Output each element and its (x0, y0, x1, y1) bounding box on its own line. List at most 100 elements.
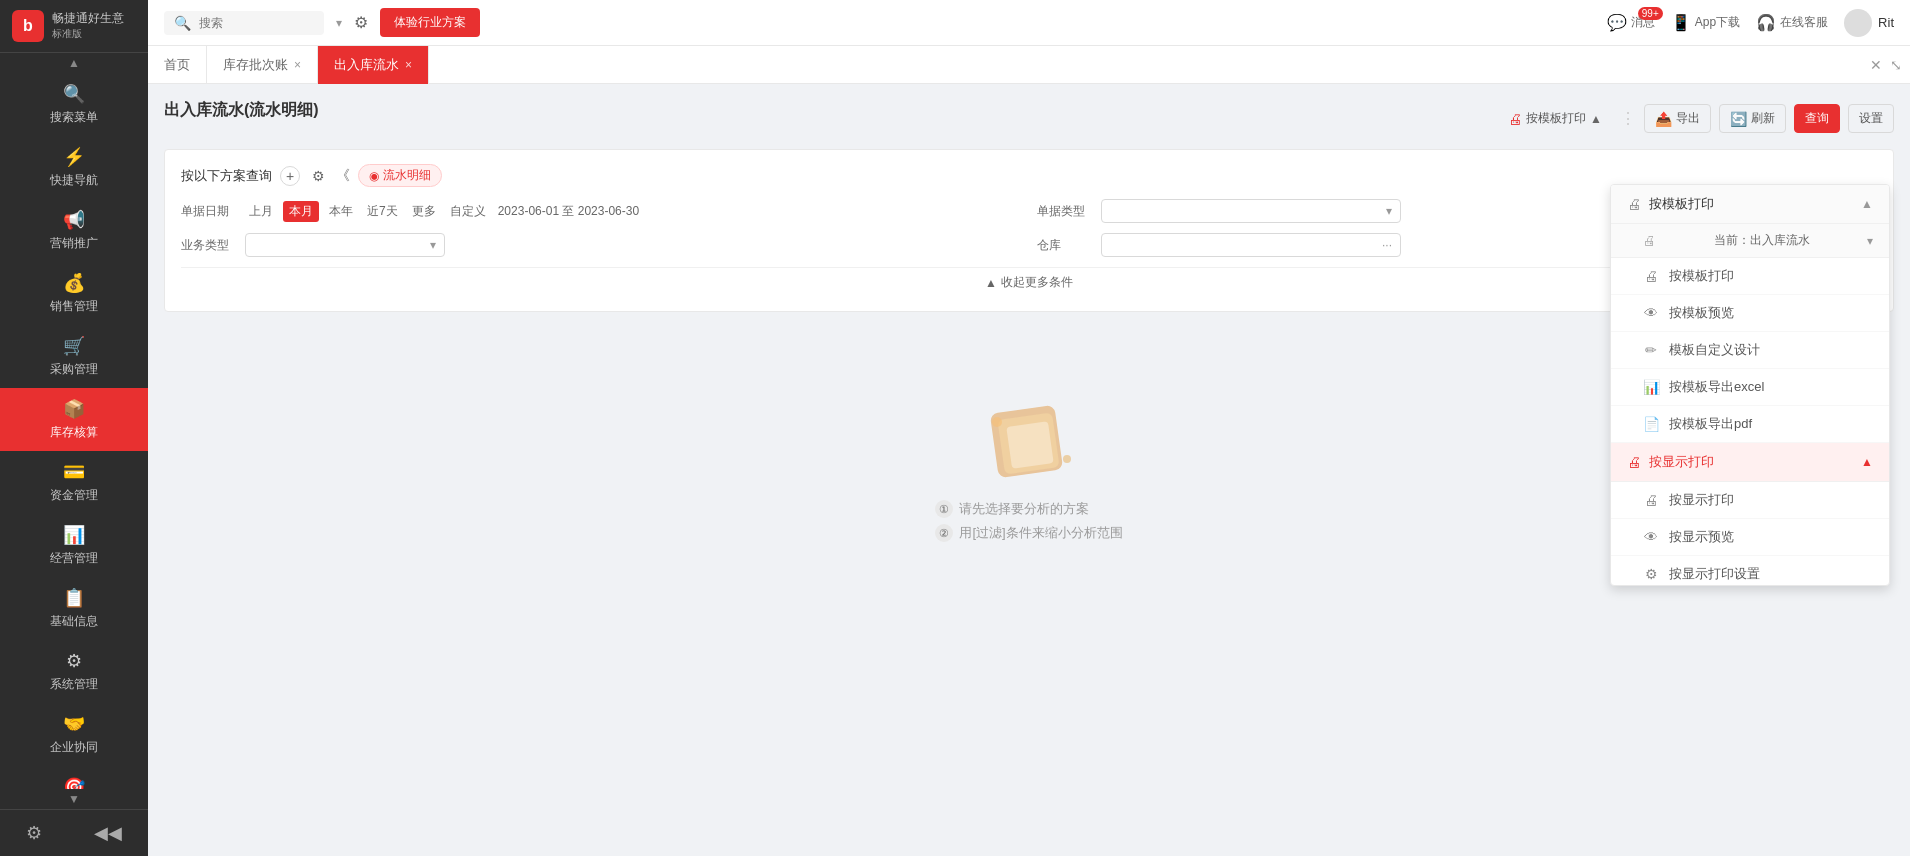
dropdown-template-header[interactable]: 🖨 按模板打印 ▲ (1611, 185, 1889, 224)
settings-icon[interactable]: ⚙ (26, 822, 42, 844)
sidebar-item-inventory[interactable]: 📦 库存核算 (0, 388, 148, 451)
header-msg[interactable]: 💬 消息 99+ (1607, 13, 1655, 32)
tab-in-out-flow-label: 出入库流水 (334, 56, 399, 74)
sidebar-item-basic-label: 基础信息 (50, 613, 98, 630)
template-print-item-label: 按模板打印 (1669, 267, 1734, 285)
date-shortcut-more[interactable]: 更多 (408, 201, 440, 222)
dropdown-item-display-settings[interactable]: ⚙ 按显示打印设置 (1611, 556, 1889, 585)
export-label: 导出 (1676, 110, 1700, 127)
sidebar-item-sales-label: 销售管理 (50, 298, 98, 315)
template-preview-icon: 👁 (1643, 305, 1659, 321)
settings-btn[interactable]: 设置 (1848, 104, 1894, 133)
date-shortcut-7days[interactable]: 近7天 (363, 201, 402, 222)
collapse-sidebar-icon[interactable]: ◀◀ (94, 822, 122, 844)
dropdown-item-display-print[interactable]: 🖨 按显示打印 (1611, 482, 1889, 519)
print-template-label: 按模板打印 (1526, 110, 1586, 127)
dropdown-scroll: 🖨 按模板打印 ▲ 🖨 当前：出入库流水 ▾ 🖨 按模板打印 (1611, 185, 1889, 585)
sidebar-item-finance[interactable]: 💳 资金管理 (0, 451, 148, 514)
sidebar-item-purchase[interactable]: 🛒 采购管理 (0, 325, 148, 388)
template-custom-icon: ✏ (1643, 342, 1659, 358)
sidebar-item-basic[interactable]: 📋 基础信息 (0, 577, 148, 640)
display-print-icon: 🖨 (1627, 454, 1641, 470)
toolbar: 🖨 按模板打印 ▲ ⋮ 📤 导出 🔄 刷新 查询 设置 (1498, 104, 1894, 133)
sidebar-scroll-up[interactable]: ▲ (0, 53, 148, 73)
sidebar-nav: 🔍 搜索菜单 ⚡ 快捷导航 📢 营销推广 💰 销售管理 🛒 采购管理 📦 (0, 73, 148, 789)
current-text: 当前：出入库流水 (1714, 232, 1810, 249)
sidebar-item-purchase-label: 采购管理 (50, 361, 98, 378)
sidebar-bottom: ⚙ ◀◀ (0, 809, 148, 856)
export-icon: 📤 (1655, 111, 1672, 127)
header-search-chevron[interactable]: ▾ (336, 16, 342, 30)
filter-setting-btn[interactable]: ⚙ (308, 166, 328, 186)
tab-batch-account-close[interactable]: × (294, 58, 301, 72)
sidebar-item-guide[interactable]: 🎯 新手引导 (0, 766, 148, 789)
dropdown-item-template-pdf[interactable]: 📄 按模板导出pdf (1611, 406, 1889, 443)
msg-icon: 💬 (1607, 13, 1627, 32)
header-gear-icon[interactable]: ⚙ (354, 13, 368, 32)
filter-tag[interactable]: ◉ 流水明细 (358, 164, 442, 187)
print-dropdown: 🖨 按模板打印 ▲ 🖨 当前：出入库流水 ▾ 🖨 按模板打印 (1610, 184, 1890, 586)
sidebar-item-search[interactable]: 🔍 搜索菜单 (0, 73, 148, 136)
template-custom-label: 模板自定义设计 (1669, 341, 1760, 359)
sidebar-scroll-down[interactable]: ▼ (0, 789, 148, 809)
print-chevron-up: ▲ (1590, 112, 1602, 126)
dropdown-display-header[interactable]: 🖨 按显示打印 ▲ (1611, 443, 1889, 482)
search-icon: 🔍 (63, 83, 85, 105)
tab-in-out-flow-close[interactable]: × (405, 58, 412, 72)
svg-rect-2 (1006, 421, 1053, 468)
hint-1-num: ① (935, 500, 953, 518)
header-app-download[interactable]: 📱 App下载 (1671, 13, 1740, 32)
doc-type-select[interactable]: ▾ (1101, 199, 1401, 223)
template-print-label: 按模板打印 (1649, 195, 1714, 213)
sales-icon: 💰 (63, 272, 85, 294)
filter-add-btn[interactable]: + (280, 166, 300, 186)
warehouse-more[interactable]: ··· (1382, 238, 1392, 252)
header-search-box[interactable]: 🔍 (164, 11, 324, 35)
doc-type-chevron: ▾ (1386, 204, 1392, 218)
hint-2-num: ② (935, 524, 953, 542)
sidebar-item-enterprise[interactable]: 🤝 企业协同 (0, 703, 148, 766)
user-avatar-area[interactable]: Rit (1844, 9, 1894, 37)
warehouse-select[interactable]: ··· (1101, 233, 1401, 257)
sidebar-item-marketing[interactable]: 📢 营销推广 (0, 199, 148, 262)
svg-point-4 (1063, 455, 1071, 463)
display-settings-label: 按显示打印设置 (1669, 565, 1760, 583)
purchase-icon: 🛒 (63, 335, 85, 357)
tab-home[interactable]: 首页 (148, 46, 207, 84)
print-template-btn[interactable]: 🖨 按模板打印 ▲ (1498, 105, 1612, 132)
search-input[interactable] (199, 16, 299, 30)
header-service[interactable]: 🎧 在线客服 (1756, 13, 1828, 32)
sidebar-item-marketing-label: 营销推广 (50, 235, 98, 252)
dropdown-item-template-preview[interactable]: 👁 按模板预览 (1611, 295, 1889, 332)
biz-type-select[interactable]: ▾ (245, 233, 445, 257)
system-icon: ⚙ (66, 650, 82, 672)
sidebar-item-sales[interactable]: 💰 销售管理 (0, 262, 148, 325)
sidebar-item-system[interactable]: ⚙ 系统管理 (0, 640, 148, 703)
tab-close-btn[interactable]: ✕ (1870, 57, 1882, 73)
export-btn[interactable]: 📤 导出 (1644, 104, 1711, 133)
filter-expand-btn[interactable]: 《 (336, 167, 350, 185)
hint-1-text: 请先选择要分析的方案 (959, 500, 1089, 518)
dropdown-item-display-preview[interactable]: 👁 按显示预览 (1611, 519, 1889, 556)
quick-nav-icon: ⚡ (63, 146, 85, 168)
empty-image (979, 384, 1079, 484)
tab-in-out-flow[interactable]: 出入库流水 × (318, 46, 429, 84)
dropdown-item-template-excel[interactable]: 📊 按模板导出excel (1611, 369, 1889, 406)
display-settings-icon: ⚙ (1643, 566, 1659, 582)
date-shortcut-this-month[interactable]: 本月 (283, 201, 319, 222)
query-btn[interactable]: 查询 (1794, 104, 1840, 133)
refresh-btn[interactable]: 🔄 刷新 (1719, 104, 1786, 133)
dropdown-item-template-custom[interactable]: ✏ 模板自定义设计 (1611, 332, 1889, 369)
app-tag: 标准版 (52, 27, 124, 41)
tab-expand-btn[interactable]: ⤡ (1890, 57, 1902, 73)
filter-tag-icon: ◉ (369, 169, 379, 183)
sidebar-item-operations[interactable]: 📊 经营管理 (0, 514, 148, 577)
dropdown-item-template-print[interactable]: 🖨 按模板打印 (1611, 258, 1889, 295)
date-shortcut-this-year[interactable]: 本年 (325, 201, 357, 222)
date-shortcut-last-month[interactable]: 上月 (245, 201, 277, 222)
sidebar-item-quick-nav[interactable]: ⚡ 快捷导航 (0, 136, 148, 199)
date-shortcut-custom[interactable]: 自定义 (446, 201, 490, 222)
tab-batch-account[interactable]: 库存批次账 × (207, 46, 318, 84)
template-pdf-icon: 📄 (1643, 416, 1659, 432)
trial-btn[interactable]: 体验行业方案 (380, 8, 480, 37)
